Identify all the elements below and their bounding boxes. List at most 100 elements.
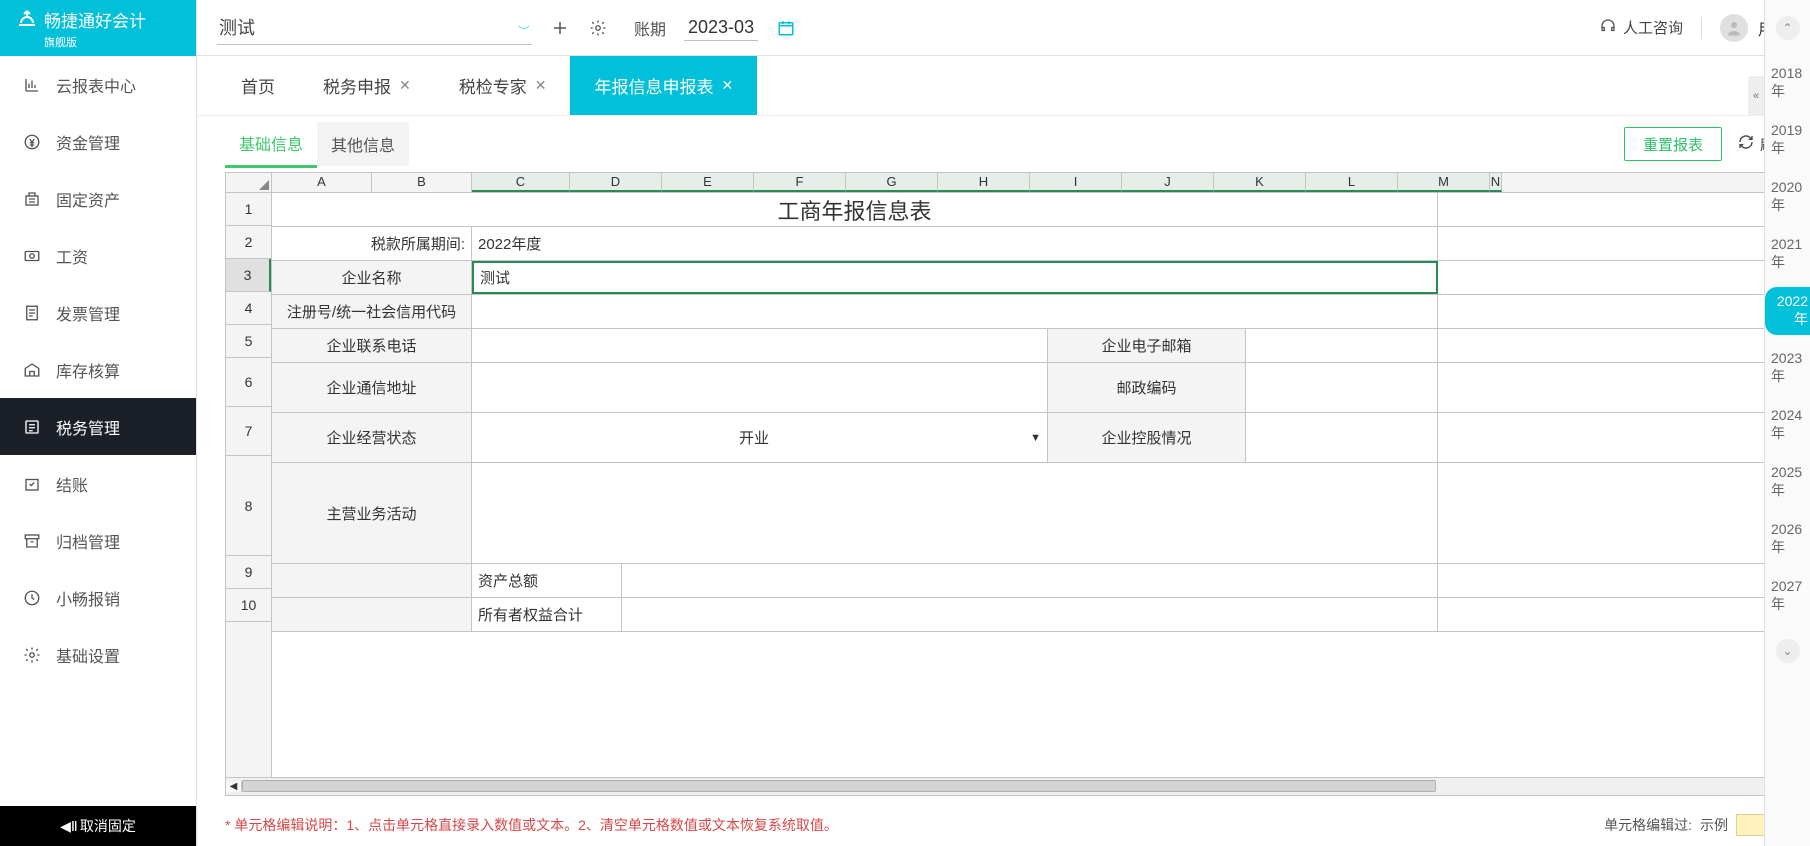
col-header-E[interactable]: E [662, 173, 754, 192]
refresh-icon [1738, 134, 1754, 154]
h-scroll-track[interactable] [242, 778, 1773, 795]
tab-0[interactable]: 首页 [217, 56, 299, 115]
empty-cell [272, 564, 472, 597]
row-header-9[interactable]: 9 [226, 556, 271, 589]
unpin-button[interactable]: ◀Ⅱ 取消固定 [0, 806, 196, 846]
year-2025年[interactable]: 2025年 [1765, 458, 1810, 506]
col-header-N[interactable]: N [1490, 173, 1502, 192]
year-2019年[interactable]: 2019年 [1765, 116, 1810, 164]
col-header-C[interactable]: C [472, 173, 570, 192]
col-header-L[interactable]: L [1306, 173, 1398, 192]
company-value-cell[interactable]: 测试 [472, 261, 1438, 294]
phone-value-cell[interactable] [472, 329, 1048, 362]
row-header-7[interactable]: 7 [226, 407, 271, 456]
scroll-left-icon[interactable]: ◀ [226, 781, 242, 792]
sidebar-item-stock[interactable]: 库存核算 [0, 341, 196, 398]
asset-value-cell[interactable] [622, 564, 1438, 597]
close-icon[interactable]: ✕ [399, 77, 411, 94]
reset-button[interactable]: 重置报表 [1624, 127, 1722, 161]
row-header-6[interactable]: 6 [226, 358, 271, 407]
setting-icon [22, 645, 42, 665]
row-headers: 12345678910 [226, 193, 272, 777]
subtab-basic[interactable]: 基础信息 [225, 121, 317, 168]
col-header-A[interactable]: A [272, 173, 372, 192]
expense-icon [22, 588, 42, 608]
sidebar-item-salary[interactable]: 工资 [0, 227, 196, 284]
year-2022年[interactable]: 2022年 [1765, 287, 1810, 335]
select-all-corner[interactable] [226, 173, 272, 192]
unpin-label: 取消固定 [80, 816, 136, 836]
zip-value-cell[interactable] [1246, 363, 1438, 412]
row-header-5[interactable]: 5 [226, 325, 271, 358]
calendar-icon[interactable] [776, 18, 796, 38]
col-header-D[interactable]: D [570, 173, 662, 192]
collapse-icon[interactable]: ⌄ [1776, 639, 1800, 663]
period-value-cell[interactable]: 2022年度 [472, 227, 1438, 260]
menu-label: 基础设置 [56, 643, 120, 667]
mainbiz-value-cell[interactable] [472, 463, 1438, 563]
sidebar-item-archive[interactable]: 归档管理 [0, 512, 196, 569]
add-icon[interactable] [550, 18, 570, 38]
grid: 工商年报信息表税款所属期间:2022年度企业名称测试注册号/统一社会信用代码企业… [272, 193, 1771, 777]
sidebar-item-close[interactable]: 结账 [0, 455, 196, 512]
year-2024年[interactable]: 2024年 [1765, 401, 1810, 449]
col-header-G[interactable]: G [846, 173, 938, 192]
row-header-2[interactable]: 2 [226, 226, 271, 259]
sidebar-item-invoice[interactable]: 发票管理 [0, 284, 196, 341]
row-header-8[interactable]: 8 [226, 456, 271, 556]
sidebar-item-chart[interactable]: 云报表中心 [0, 56, 196, 113]
row-header-3[interactable]: 3 [226, 259, 271, 292]
close-icon[interactable]: ✕ [721, 77, 733, 94]
row-header-4[interactable]: 4 [226, 292, 271, 325]
sidebar-item-tax[interactable]: 税务管理 [0, 398, 196, 455]
row-header-1[interactable]: 1 [226, 193, 271, 226]
tab-1[interactable]: 税务申报✕ [299, 56, 435, 115]
col-header-H[interactable]: H [938, 173, 1030, 192]
col-header-I[interactable]: I [1030, 173, 1122, 192]
year-2027年[interactable]: 2027年 [1765, 572, 1810, 620]
period-value[interactable]: 2023-03 [684, 15, 758, 41]
company-selector[interactable]: 测试 ⌵ [217, 10, 532, 45]
zip-label-cell: 邮政编码 [1048, 363, 1246, 412]
sidebar-item-money[interactable]: 资金管理 [0, 113, 196, 170]
expand-icon[interactable]: ⌃ [1776, 16, 1800, 40]
year-2018年[interactable]: 2018年 [1765, 59, 1810, 107]
col-header-F[interactable]: F [754, 173, 846, 192]
collapse-handle[interactable]: « [1748, 76, 1764, 116]
menu-label: 发票管理 [56, 301, 120, 325]
col-header-J[interactable]: J [1122, 173, 1214, 192]
horizontal-scrollbar[interactable]: ◀ ▶ [226, 777, 1789, 795]
arrow-left-icon: ◀Ⅱ [60, 818, 78, 835]
sidebar-item-asset[interactable]: 固定资产 [0, 170, 196, 227]
h-scroll-thumb[interactable] [242, 780, 1436, 792]
tab-3[interactable]: 年报信息申报表✕ [570, 56, 757, 115]
year-rail: « ⌃ 2018年2019年2020年2021年2022年2023年2024年2… [1764, 0, 1810, 846]
year-2023年[interactable]: 2023年 [1765, 344, 1810, 392]
status-value-cell[interactable]: 开业▼ [472, 413, 1048, 462]
menu-label: 固定资产 [56, 187, 120, 211]
addr-value-cell[interactable] [472, 363, 1048, 412]
subtab-other[interactable]: 其他信息 [317, 122, 409, 166]
row-header-10[interactable]: 10 [226, 589, 271, 622]
email-value-cell[interactable] [1246, 329, 1438, 362]
col-header-B[interactable]: B [372, 173, 472, 192]
money-icon [22, 132, 42, 152]
equity-value-cell[interactable] [622, 598, 1438, 631]
close-icon[interactable]: ✕ [535, 77, 547, 94]
gear-icon[interactable] [588, 18, 608, 38]
col-header-M[interactable]: M [1398, 173, 1490, 192]
avatar[interactable] [1720, 14, 1748, 42]
year-2020年[interactable]: 2020年 [1765, 173, 1810, 221]
help-button[interactable]: 人工咨询 [1599, 17, 1683, 39]
menu-label: 税务管理 [56, 415, 120, 439]
tab-2[interactable]: 税检专家✕ [435, 56, 571, 115]
sidebar-item-expense[interactable]: 小畅报销 [0, 569, 196, 626]
year-2026年[interactable]: 2026年 [1765, 515, 1810, 563]
spreadsheet: ABCDEFGHIJKLMN 12345678910 工商年报信息表税款所属期间… [225, 172, 1790, 796]
year-2021年[interactable]: 2021年 [1765, 230, 1810, 278]
holding-value-cell[interactable] [1246, 413, 1438, 462]
reg-value-cell[interactable] [472, 295, 1438, 328]
sidebar-item-setting[interactable]: 基础设置 [0, 626, 196, 683]
mainbiz-label-cell: 主营业务活动 [272, 463, 472, 563]
col-header-K[interactable]: K [1214, 173, 1306, 192]
